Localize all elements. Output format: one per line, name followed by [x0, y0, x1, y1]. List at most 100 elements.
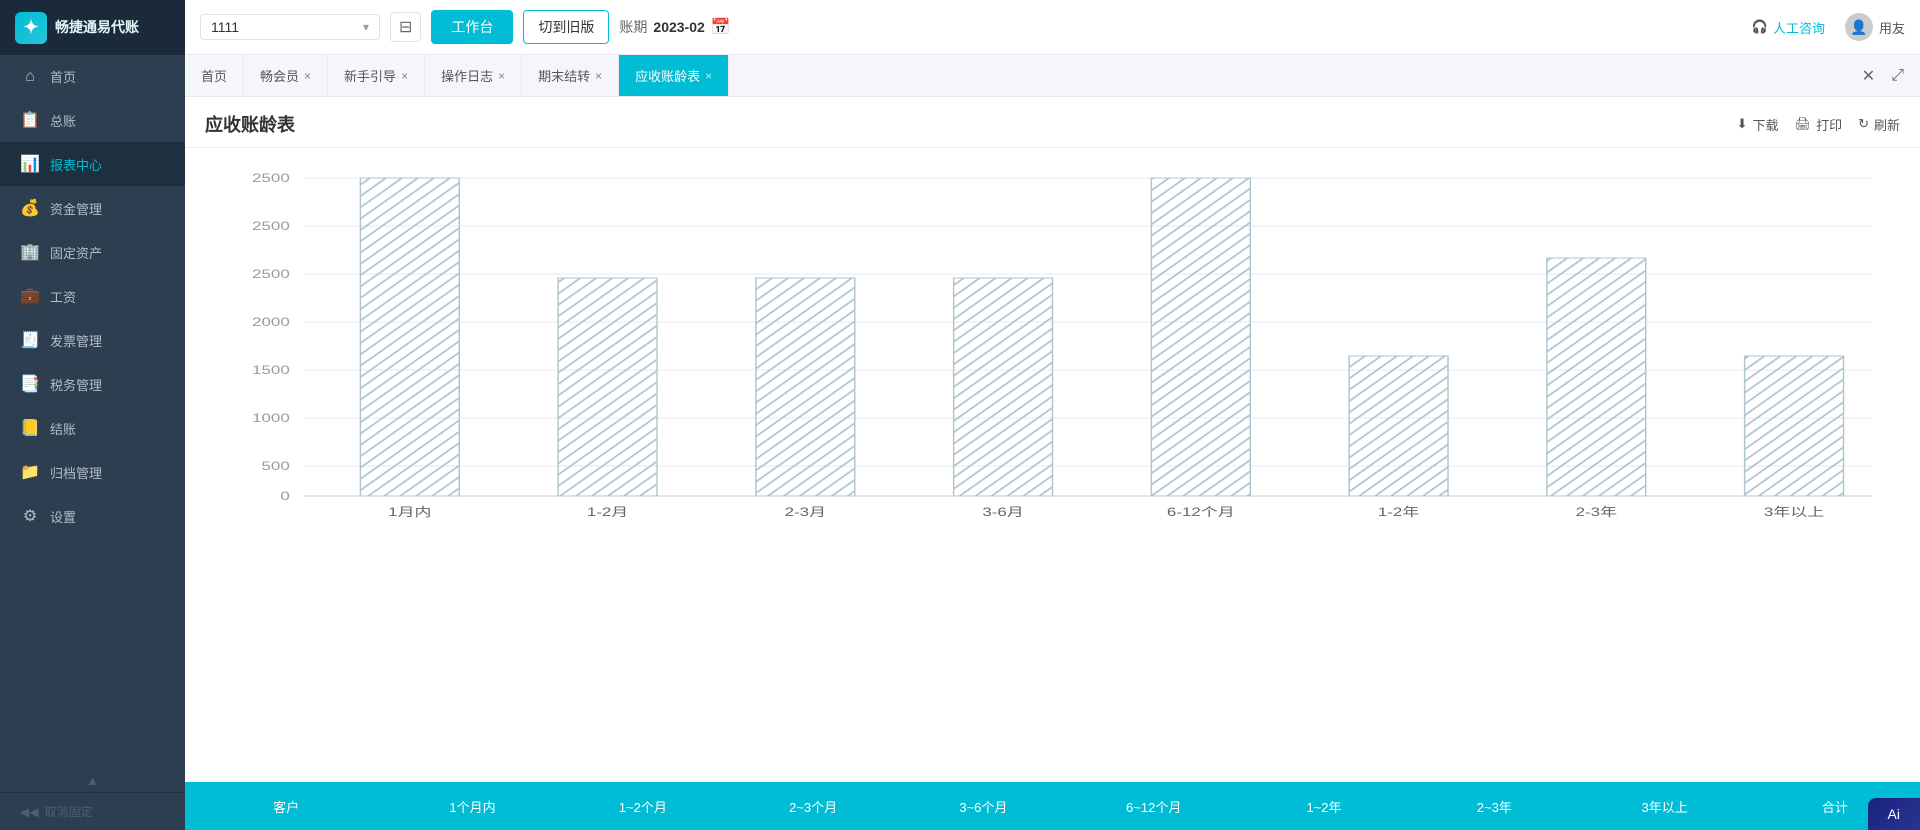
tab-畅会员[interactable]: 畅会员× [244, 55, 328, 97]
sidebar-icon-4: 🏢 [20, 242, 40, 262]
sidebar-icon-8: 📒 [20, 418, 40, 438]
tab-新手引导[interactable]: 新手引导 × [328, 55, 425, 97]
download-icon: ⬇ [1737, 116, 1748, 132]
print-button[interactable]: 🖨 打印 [1795, 115, 1843, 134]
sidebar-item-税务管理[interactable]: 📑 税务管理 [0, 362, 185, 406]
calendar-icon[interactable]: 📅 [711, 17, 731, 37]
sidebar-label-3: 资金管理 [50, 199, 102, 218]
tab-label-0: 首页 [201, 66, 227, 85]
svg-text:1500: 1500 [252, 364, 290, 377]
tab-期末结转[interactable]: 期末结转 × [522, 55, 619, 97]
download-button[interactable]: ⬇ 下载 [1737, 115, 1779, 134]
logo-text: 畅捷通易代账 [55, 19, 139, 36]
workbench-button[interactable]: 工作台 [431, 10, 513, 44]
ai-badge[interactable]: Ai [1868, 798, 1920, 830]
table-header-col-8: 3年以上 [1579, 797, 1749, 816]
sidebar-icon-6: 🧾 [20, 330, 40, 350]
avatar: 👤 [1845, 13, 1873, 41]
sidebar-label-8: 结账 [50, 419, 76, 438]
svg-text:2500: 2500 [252, 268, 290, 281]
tab-首页[interactable]: 首页 [185, 55, 244, 97]
expand-tab-button[interactable]: ⤢ [1885, 63, 1910, 89]
user-area[interactable]: 👤 用友 [1845, 13, 1905, 41]
sidebar-item-发票管理[interactable]: 🧾 发票管理 [0, 318, 185, 362]
bar-chart: 2500 2500 2500 2000 1500 1000 500 0 [205, 158, 1900, 538]
sidebar-item-固定资产[interactable]: 🏢 固定资产 [0, 230, 185, 274]
page-title: 应收账龄表 [205, 111, 295, 137]
page-actions: ⬇ 下载 🖨 打印 ↻ 刷新 [1737, 115, 1900, 134]
sidebar-item-总账[interactable]: 📋 总账 [0, 98, 185, 142]
tab-close-1[interactable]: × [304, 69, 311, 83]
sidebar-label-4: 固定资产 [50, 243, 102, 262]
company-selector[interactable]: 1111 ▾ [200, 14, 380, 40]
svg-text:2500: 2500 [252, 220, 290, 233]
sidebar-item-首页[interactable]: ⌂ 首页 [0, 55, 185, 98]
sidebar-item-归档管理[interactable]: 📁 归档管理 [0, 450, 185, 494]
tabs-bar: 首页畅会员× 新手引导 × 操作日志 × 期末结转 × 应收账龄表 × ✕ ⤢ [185, 55, 1920, 97]
tab-close-5[interactable]: × [705, 69, 712, 83]
sidebar-label-1: 总账 [50, 111, 76, 130]
sidebar-menu: ⌂ 首页📋 总账📊 报表中心💰 资金管理🏢 固定资产💼 工资🧾 发票管理📑 税务… [0, 55, 185, 769]
page-header: 应收账龄表 ⬇ 下载 🖨 打印 ↻ 刷新 [185, 97, 1920, 148]
sidebar-item-结账[interactable]: 📒 结账 [0, 406, 185, 450]
table-header-col-5: 6~12个月 [1069, 797, 1239, 816]
period-label: 账期 [619, 17, 647, 37]
svg-text:1月内: 1月内 [388, 505, 431, 519]
tab-应收账龄表[interactable]: 应收账龄表 × [619, 55, 729, 97]
table-header-col-6: 1~2年 [1239, 797, 1409, 816]
tab-label-2: 新手引导 [344, 66, 396, 85]
table-header-col-4: 3~6个月 [898, 797, 1068, 816]
sidebar-icon-0: ⌂ [20, 68, 40, 86]
refresh-icon: ↻ [1858, 116, 1869, 132]
tab-close-4[interactable]: × [595, 69, 602, 83]
sidebar-item-设置[interactable]: ⚙ 设置 [0, 494, 185, 538]
sidebar-icon-7: 📑 [20, 374, 40, 394]
svg-text:2500: 2500 [252, 172, 290, 185]
period-value: 2023-02 [653, 19, 704, 35]
sidebar-item-报表中心[interactable]: 📊 报表中心 [0, 142, 185, 186]
cancel-pin-button[interactable]: ◀◀ 取消固定 [0, 792, 185, 830]
company-name: 1111 [211, 19, 357, 35]
sidebar-label-0: 首页 [50, 67, 76, 86]
copy-button[interactable]: ⊟ [390, 12, 421, 42]
switch-version-button[interactable]: 切到旧版 [523, 10, 609, 44]
sidebar-label-6: 发票管理 [50, 331, 102, 350]
tab-label-4: 期末结转 [538, 66, 590, 85]
sidebar-icon-9: 📁 [20, 462, 40, 482]
refresh-button[interactable]: ↻ 刷新 [1858, 115, 1900, 134]
sidebar-label-5: 工资 [50, 287, 76, 306]
sidebar-item-资金管理[interactable]: 💰 资金管理 [0, 186, 185, 230]
chevron-down-icon: ▾ [363, 20, 369, 34]
sidebar-item-工资[interactable]: 💼 工资 [0, 274, 185, 318]
header-right: 🎧 人工咨询 👤 用友 [1752, 13, 1905, 41]
consult-button[interactable]: 🎧 人工咨询 [1752, 18, 1825, 37]
table-header: 客户1个月内1~2个月2~3个月3~6个月6~12个月1~2年2~3年3年以上合… [185, 782, 1920, 830]
svg-text:500: 500 [261, 460, 289, 473]
sidebar-icon-5: 💼 [20, 286, 40, 306]
table-header-col-1: 1个月内 [387, 797, 557, 816]
header: 1111 ▾ ⊟ 工作台 切到旧版 账期 2023-02 📅 🎧 人工咨询 👤 … [185, 0, 1920, 55]
sidebar-label-7: 税务管理 [50, 375, 102, 394]
tab-close-3[interactable]: × [498, 69, 505, 83]
tab-close-2[interactable]: × [401, 69, 408, 83]
svg-text:6-12个月: 6-12个月 [1167, 505, 1235, 519]
svg-text:2-3年: 2-3年 [1576, 505, 1617, 519]
ai-label: Ai [1888, 806, 1900, 822]
chart-svg: 2500 2500 2500 2000 1500 1000 500 0 [205, 158, 1900, 538]
tab-label-3: 操作日志 [441, 66, 493, 85]
sidebar-label-2: 报表中心 [50, 155, 102, 174]
tab-label-5: 应收账龄表 [635, 66, 700, 85]
svg-text:2-3月: 2-3月 [785, 506, 826, 519]
svg-text:0: 0 [280, 490, 289, 503]
sidebar-scroll-indicator: ▲ [0, 769, 185, 792]
tab-操作日志[interactable]: 操作日志 × [425, 55, 522, 97]
cancel-pin-label: 取消固定 [44, 803, 92, 820]
consult-label: 人工咨询 [1773, 18, 1825, 37]
close-tab-button[interactable]: ✕ [1856, 62, 1881, 90]
sidebar-icon-1: 📋 [20, 110, 40, 130]
svg-text:2000: 2000 [252, 316, 290, 329]
svg-text:3-6月: 3-6月 [982, 506, 1023, 519]
table-header-col-0: 客户 [185, 797, 387, 816]
tabs-right-actions: ✕ ⤢ [1856, 62, 1920, 90]
svg-text:1000: 1000 [252, 412, 290, 425]
